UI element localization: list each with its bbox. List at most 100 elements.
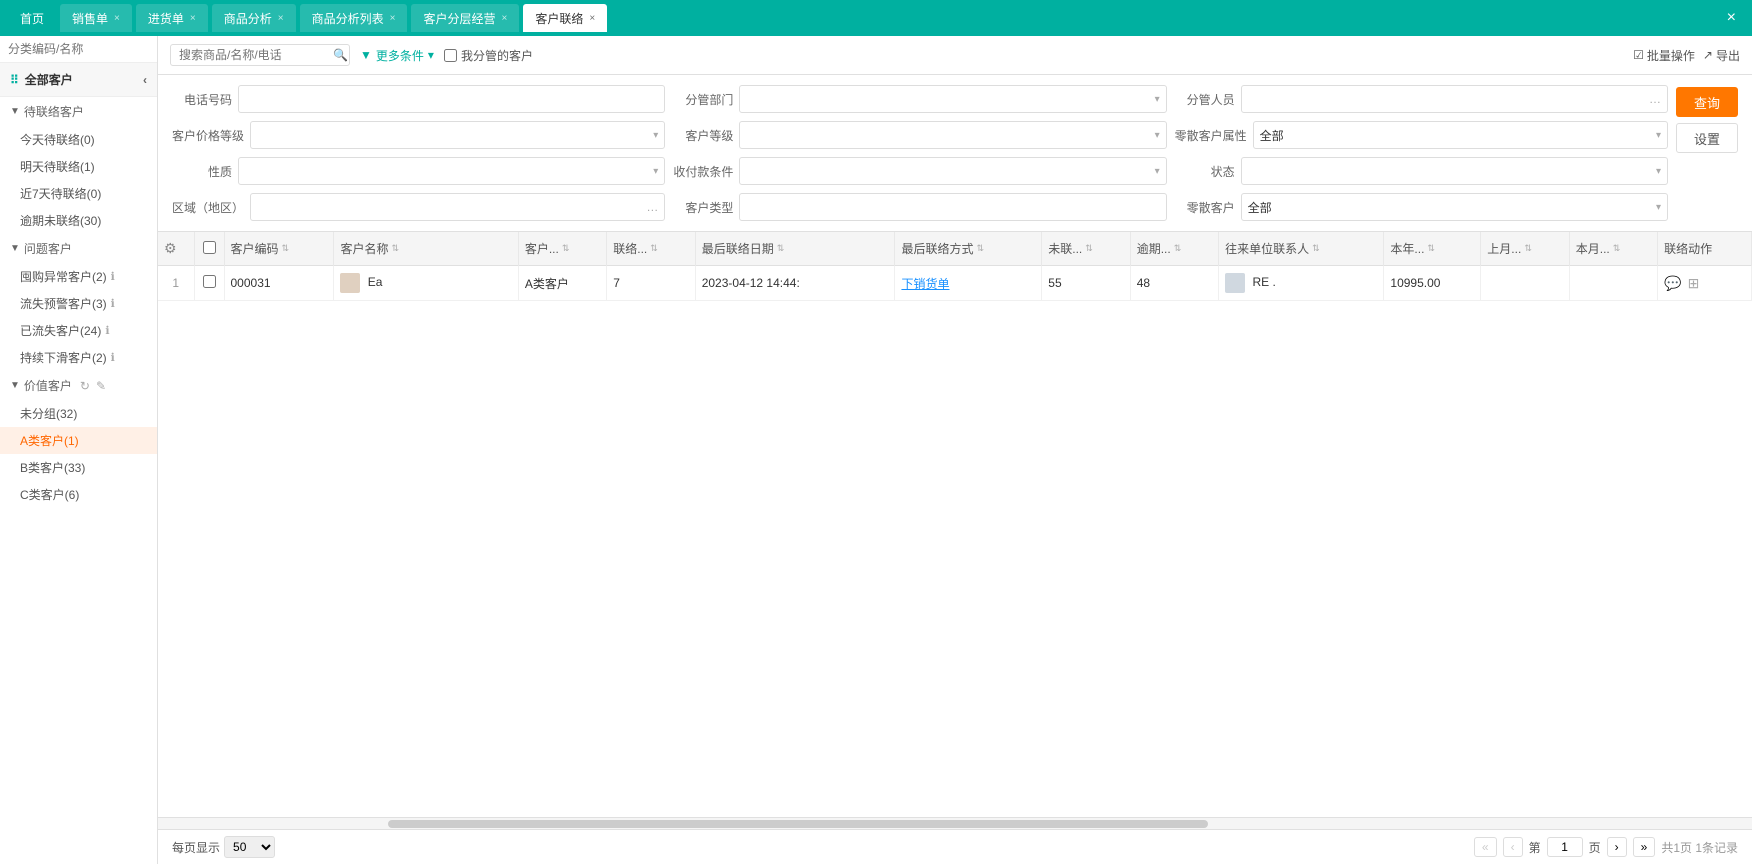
edit-icon[interactable]: ✎	[96, 379, 106, 393]
sidebar-item-declining[interactable]: 持续下滑客户(2) ℹ	[0, 344, 157, 371]
main-search-input[interactable]	[179, 48, 329, 62]
gear-icon[interactable]: ⚙	[164, 240, 177, 256]
col-contact-label: 联络...	[613, 240, 647, 257]
filter-field-customer-type: 客户类型	[673, 193, 1166, 221]
pagination-controls: « ‹ 第 页 › » 共1页 1条记录	[1474, 837, 1738, 857]
price-level-select[interactable]: ▾	[250, 121, 665, 149]
close-icon[interactable]: ×	[390, 13, 396, 24]
nav-tab-customer-segment[interactable]: 客户分层经营 ×	[411, 4, 519, 32]
sort-icon[interactable]: ⇅	[562, 243, 570, 254]
close-all-tabs-button[interactable]: ×	[1719, 9, 1744, 27]
scroll-thumb[interactable]	[388, 820, 1208, 828]
retail-customer-select[interactable]: 全部 ▾	[1241, 193, 1668, 221]
last-method-link[interactable]: 下销货单	[901, 277, 949, 291]
sidebar-item-churn-warning[interactable]: 流失预警客户(3) ℹ	[0, 290, 157, 317]
nav-tab-purchase[interactable]: 进货单 ×	[136, 4, 208, 32]
prev-page-button[interactable]: ‹	[1503, 837, 1523, 857]
first-page-button[interactable]: «	[1474, 837, 1497, 857]
select-all-checkbox[interactable]	[203, 241, 216, 254]
filter-field-nature: 性质 ▾	[172, 157, 665, 185]
main-layout: 🔍 ⠿ 全部客户 ‹ ▼ 待联络客户 今天待联络(0) 明天待联络(1) 近7天…	[0, 36, 1752, 864]
payment-select[interactable]: ▾	[739, 157, 1166, 185]
sort-icon[interactable]: ⇅	[650, 243, 658, 254]
retail-attr-select[interactable]: 全部 ▾	[1253, 121, 1668, 149]
setting-button[interactable]: 设置	[1676, 123, 1738, 153]
sidebar-item-churned[interactable]: 已流失客户(24) ℹ	[0, 317, 157, 344]
sidebar-item-tomorrow-pending[interactable]: 明天待联络(1)	[0, 153, 157, 180]
person-select[interactable]: …	[1241, 85, 1668, 113]
person-label: 分管人员	[1175, 91, 1235, 108]
col-company-contact-label: 往来单位联系人	[1225, 240, 1309, 257]
nav-tab-sales[interactable]: 销售单 ×	[60, 4, 132, 32]
sidebar-item-class-a[interactable]: A类客户(1)	[0, 427, 157, 454]
sidebar-item-overdue-contact[interactable]: 逾期未联络(30)	[0, 207, 157, 234]
comment-icon[interactable]: 💬	[1664, 275, 1681, 292]
sidebar-item-7days-pending[interactable]: 近7天待联络(0)	[0, 180, 157, 207]
dept-label: 分管部门	[673, 91, 733, 108]
my-customer-checkbox[interactable]	[444, 49, 457, 62]
close-icon[interactable]: ×	[501, 13, 507, 24]
export-button[interactable]: ↗ 导出	[1703, 47, 1740, 64]
batch-operations-button[interactable]: ☑ 批量操作	[1633, 47, 1695, 64]
col-this-month-label: 本月...	[1576, 240, 1610, 257]
sidebar-group-value[interactable]: ▼ 价值客户 ↻ ✎	[0, 371, 157, 400]
sidebar-item-today-pending[interactable]: 今天待联络(0)	[0, 126, 157, 153]
sort-icon[interactable]: ⇅	[1524, 243, 1532, 254]
more-dots-icon[interactable]: …	[646, 200, 658, 214]
sidebar-group-pending[interactable]: ▼ 待联络客户	[0, 97, 157, 126]
customer-level-select[interactable]: ▾	[739, 121, 1166, 149]
nav-tab-product-analysis[interactable]: 商品分析 ×	[212, 4, 296, 32]
close-icon[interactable]: ×	[114, 13, 120, 24]
query-button[interactable]: 查询	[1676, 87, 1738, 117]
sidebar: 🔍 ⠿ 全部客户 ‹ ▼ 待联络客户 今天待联络(0) 明天待联络(1) 近7天…	[0, 36, 158, 864]
sort-icon[interactable]: ⇅	[976, 243, 984, 254]
sort-icon[interactable]: ⇅	[777, 243, 785, 254]
qr-icon[interactable]: ⊞	[1688, 275, 1700, 292]
close-icon[interactable]: ×	[589, 13, 595, 24]
sidebar-group-problem[interactable]: ▼ 问题客户	[0, 234, 157, 263]
this-year-cell: 10995.00	[1384, 266, 1481, 301]
sort-icon[interactable]: ⇅	[1613, 243, 1621, 254]
page-size-select[interactable]: 50 100 200	[224, 836, 275, 858]
sidebar-search-input[interactable]	[8, 42, 158, 56]
sidebar-item-ungrouped[interactable]: 未分组(32)	[0, 400, 157, 427]
sidebar-all-customers[interactable]: ⠿ 全部客户 ‹	[0, 63, 157, 97]
last-page-button[interactable]: »	[1633, 837, 1656, 857]
customer-table: ⚙ 客户编码 ⇅ 客户名称	[158, 232, 1752, 301]
dept-select[interactable]: ▾	[739, 85, 1166, 113]
content-area: 🔍 ▼ 更多条件 ▾ 我分管的客户 ☑ 批量操作 ↗ 导出	[158, 36, 1752, 864]
sidebar-item-class-c[interactable]: C类客户(6)	[0, 481, 157, 508]
status-select[interactable]: ▾	[1241, 157, 1668, 185]
more-conditions-button[interactable]: ▼ 更多条件 ▾	[360, 47, 434, 64]
search-icon[interactable]: 🔍	[333, 48, 348, 62]
phone-input[interactable]	[238, 85, 665, 113]
close-icon[interactable]: ×	[190, 13, 196, 24]
next-page-button[interactable]: ›	[1607, 837, 1627, 857]
more-dots-icon[interactable]: …	[1649, 92, 1661, 106]
horizontal-scrollbar[interactable]	[158, 817, 1752, 829]
row-checkbox-cell	[194, 266, 224, 301]
nav-tab-product-list[interactable]: 商品分析列表 ×	[300, 4, 408, 32]
nav-home[interactable]: 首页	[8, 4, 56, 32]
refresh-icon[interactable]: ↻	[80, 379, 90, 393]
region-select[interactable]: …	[250, 193, 665, 221]
sort-icon[interactable]: ⇅	[282, 243, 290, 254]
sort-icon[interactable]: ⇅	[1427, 243, 1435, 254]
sort-icon[interactable]: ⇅	[1312, 243, 1320, 254]
retail-attr-label: 零散客户属性	[1175, 127, 1247, 144]
phone-label: 电话号码	[172, 91, 232, 108]
sidebar-item-class-b[interactable]: B类客户(33)	[0, 454, 157, 481]
checkbox-icon: ☑	[1633, 48, 1644, 62]
sort-icon[interactable]: ⇅	[1085, 243, 1093, 254]
customer-type-select[interactable]	[739, 193, 1166, 221]
nav-tab-customer-contact[interactable]: 客户联络 ×	[523, 4, 607, 32]
nature-select[interactable]: ▾	[238, 157, 665, 185]
close-icon[interactable]: ×	[278, 13, 284, 24]
sort-icon[interactable]: ⇅	[391, 243, 399, 254]
this-month-cell	[1569, 266, 1657, 301]
current-page-input[interactable]	[1547, 837, 1583, 857]
row-checkbox[interactable]	[203, 275, 216, 288]
sidebar-collapse-icon[interactable]: ‹	[143, 73, 147, 87]
sidebar-item-abnormal-purchase[interactable]: 囤购异常客户(2) ℹ	[0, 263, 157, 290]
sort-icon[interactable]: ⇅	[1174, 243, 1182, 254]
